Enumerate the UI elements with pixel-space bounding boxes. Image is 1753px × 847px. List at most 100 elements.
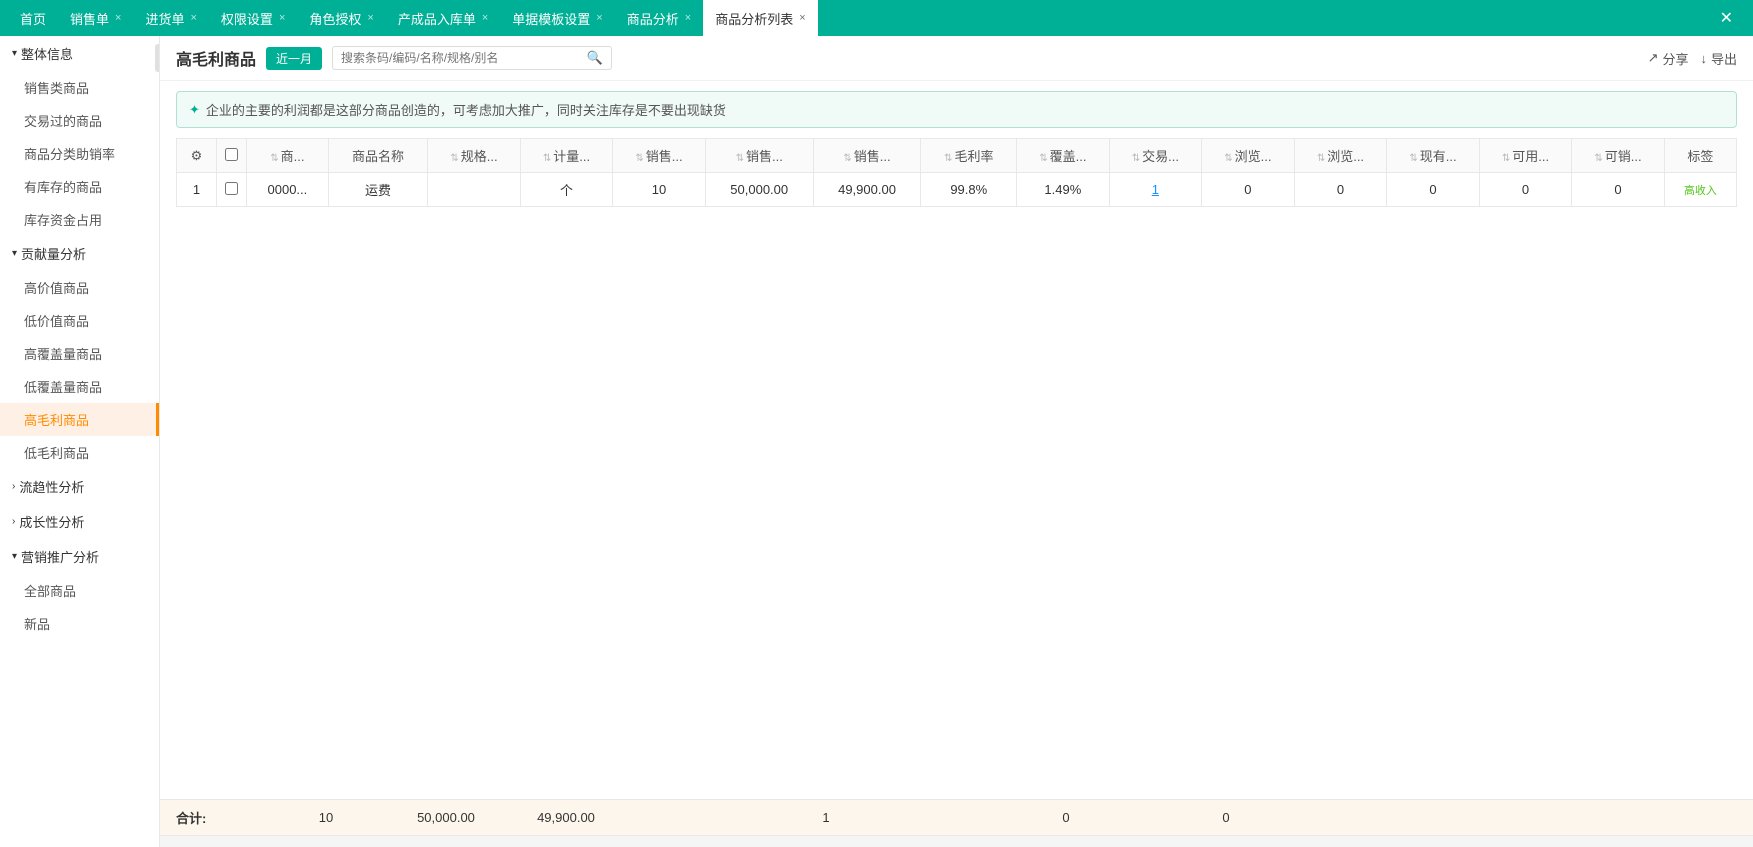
nav-product-analysis-list[interactable]: 商品分析列表 × (703, 0, 817, 36)
nav-sales[interactable]: 销售单 × (58, 0, 133, 36)
arrow-overall: ▾ (12, 48, 17, 59)
cell-coverage: 1.49% (1017, 173, 1110, 207)
sidebar-section-growth[interactable]: › 成长性分析 (0, 504, 159, 539)
row-checkbox[interactable] (225, 182, 238, 195)
nav-close-product-inbound[interactable]: × (482, 12, 488, 24)
sidebar-item-new-goods[interactable]: 新品 (0, 607, 159, 640)
nav-close-product-analysis[interactable]: × (685, 12, 691, 24)
th-sales1[interactable]: ⇅销售... (613, 139, 706, 173)
nav-permission[interactable]: 权限设置 × (209, 0, 297, 36)
th-unit[interactable]: ⇅计量... (520, 139, 613, 173)
th-gross-rate[interactable]: ⇅毛利率 (921, 139, 1017, 173)
sort-icon-gross: ⇅ (944, 153, 952, 164)
footer-total-bar: 合计: 10 50,000.00 49,900.00 1 0 0 (160, 799, 1753, 835)
nav-product-analysis[interactable]: 商品分析 × (615, 0, 703, 36)
cell-spec (428, 173, 521, 207)
cell-transaction[interactable]: 1 (1109, 173, 1202, 207)
footer-values: 10 50,000.00 49,900.00 1 0 0 (266, 810, 1737, 825)
table-row: 1 0000... 运费 个 10 50,000.00 49,900.00 99… (177, 173, 1737, 207)
th-checkbox[interactable] (217, 139, 247, 173)
sidebar-section-marketing-items: 全部商品 新品 (0, 574, 159, 640)
th-saleable[interactable]: ⇅可销... (1572, 139, 1665, 173)
header-actions: ↗ 分享 ↓ 导出 (1648, 49, 1737, 68)
sidebar-item-high-margin[interactable]: 高毛利商品 (0, 403, 159, 436)
footer-stock: 0 (1026, 810, 1106, 825)
footer-sales1: 10 (266, 810, 386, 825)
nav-close-permission[interactable]: × (279, 12, 285, 24)
sidebar-section-marketing[interactable]: ▾ 营销推广分析 (0, 539, 159, 574)
th-stock[interactable]: ⇅现有... (1387, 139, 1480, 173)
sidebar-section-contribution[interactable]: ▾ 贡献量分析 (0, 236, 159, 271)
cell-sales2: 50,000.00 (705, 173, 813, 207)
footer-spacer5 (1106, 810, 1186, 825)
sidebar-item-high-coverage[interactable]: 高覆盖量商品 (0, 337, 159, 370)
sidebar-item-category-rate[interactable]: 商品分类助销率 (0, 137, 159, 170)
sidebar-item-traded-goods[interactable]: 交易过的商品 (0, 104, 159, 137)
sidebar-item-low-coverage[interactable]: 低覆盖量商品 (0, 370, 159, 403)
nav-close-role[interactable]: × (367, 12, 373, 24)
sidebar-item-all-goods[interactable]: 全部商品 (0, 574, 159, 607)
search-icon[interactable]: 🔍 (587, 50, 603, 66)
sort-icon-sales1: ⇅ (635, 153, 643, 164)
th-available[interactable]: ⇅可用... (1479, 139, 1572, 173)
footer-spacer1 (626, 810, 706, 825)
sidebar-section-trend[interactable]: › 流趋性分析 (0, 469, 159, 504)
nav-close-product-analysis-list[interactable]: × (799, 12, 805, 24)
search-input[interactable] (341, 51, 587, 65)
sidebar-item-in-stock[interactable]: 有库存的商品 (0, 170, 159, 203)
footer-label: 合计: (176, 808, 266, 827)
main-layout: « ▾ 整体信息 销售类商品 交易过的商品 商品分类助销率 有库存的商品 库存资… (0, 36, 1753, 847)
search-box: 🔍 (332, 46, 612, 70)
select-all-checkbox[interactable] (225, 148, 238, 161)
sort-icon-browse1: ⇅ (1224, 153, 1232, 164)
period-button[interactable]: 近一月 (266, 47, 322, 70)
footer-spacer3 (866, 810, 946, 825)
cell-browse1: 0 (1202, 173, 1295, 207)
nav-close-sales[interactable]: × (115, 12, 121, 24)
th-code[interactable]: ⇅商... (247, 139, 329, 173)
th-browse2[interactable]: ⇅浏览... (1294, 139, 1387, 173)
nav-close-template[interactable]: × (596, 12, 602, 24)
th-spec[interactable]: ⇅规格... (428, 139, 521, 173)
bottom-scrollbar[interactable] (160, 835, 1753, 847)
cell-gross-rate: 99.8% (921, 173, 1017, 207)
window-close-button[interactable]: ✕ (1708, 8, 1745, 28)
th-name: 商品名称 (328, 139, 427, 173)
cell-index: 1 (177, 173, 217, 207)
cell-stock: 0 (1387, 173, 1480, 207)
sidebar-item-low-margin[interactable]: 低毛利商品 (0, 436, 159, 469)
sidebar-section-overall-items: 销售类商品 交易过的商品 商品分类助销率 有库存的商品 库存资金占用 (0, 71, 159, 236)
sort-icon-browse2: ⇅ (1317, 153, 1325, 164)
table-header-row: ⚙ ⇅商... 商品名称 ⇅规格... ⇅计量... ⇅销售... ⇅销售...… (177, 139, 1737, 173)
transaction-link[interactable]: 1 (1152, 182, 1159, 197)
th-settings[interactable]: ⚙ (177, 139, 217, 173)
th-sales3[interactable]: ⇅销售... (813, 139, 921, 173)
th-transaction[interactable]: ⇅交易... (1109, 139, 1202, 173)
share-button[interactable]: ↗ 分享 (1648, 49, 1689, 68)
cell-available: 0 (1479, 173, 1572, 207)
sidebar-section-overall[interactable]: ▾ 整体信息 (0, 36, 159, 71)
table-container: ⚙ ⇅商... 商品名称 ⇅规格... ⇅计量... ⇅销售... ⇅销售...… (160, 138, 1753, 799)
share-icon: ↗ (1648, 50, 1659, 66)
cell-name: 运费 (328, 173, 427, 207)
nav-home[interactable]: 首页 (8, 0, 58, 36)
sidebar-item-low-value[interactable]: 低价值商品 (0, 304, 159, 337)
export-button[interactable]: ↓ 导出 (1700, 49, 1737, 68)
nav-purchase[interactable]: 进货单 × (133, 0, 208, 36)
nav-product-inbound[interactable]: 产成品入库单 × (386, 0, 500, 36)
cell-checkbox[interactable] (217, 173, 247, 207)
nav-role[interactable]: 角色授权 × (297, 0, 385, 36)
sidebar-item-sales-goods[interactable]: 销售类商品 (0, 71, 159, 104)
cell-browse2: 0 (1294, 173, 1387, 207)
cell-saleable: 0 (1572, 173, 1665, 207)
th-coverage[interactable]: ⇅覆盖... (1017, 139, 1110, 173)
sidebar-item-high-value[interactable]: 高价值商品 (0, 271, 159, 304)
th-browse1[interactable]: ⇅浏览... (1202, 139, 1295, 173)
nav-close-purchase[interactable]: × (190, 12, 196, 24)
sidebar-collapse-button[interactable]: « (155, 44, 160, 72)
nav-template[interactable]: 单据模板设置 × (500, 0, 614, 36)
sort-icon-code: ⇅ (270, 153, 278, 164)
th-sales2[interactable]: ⇅销售... (705, 139, 813, 173)
sidebar-item-stock-capital[interactable]: 库存资金占用 (0, 203, 159, 236)
sort-icon-sales3: ⇅ (843, 153, 851, 164)
